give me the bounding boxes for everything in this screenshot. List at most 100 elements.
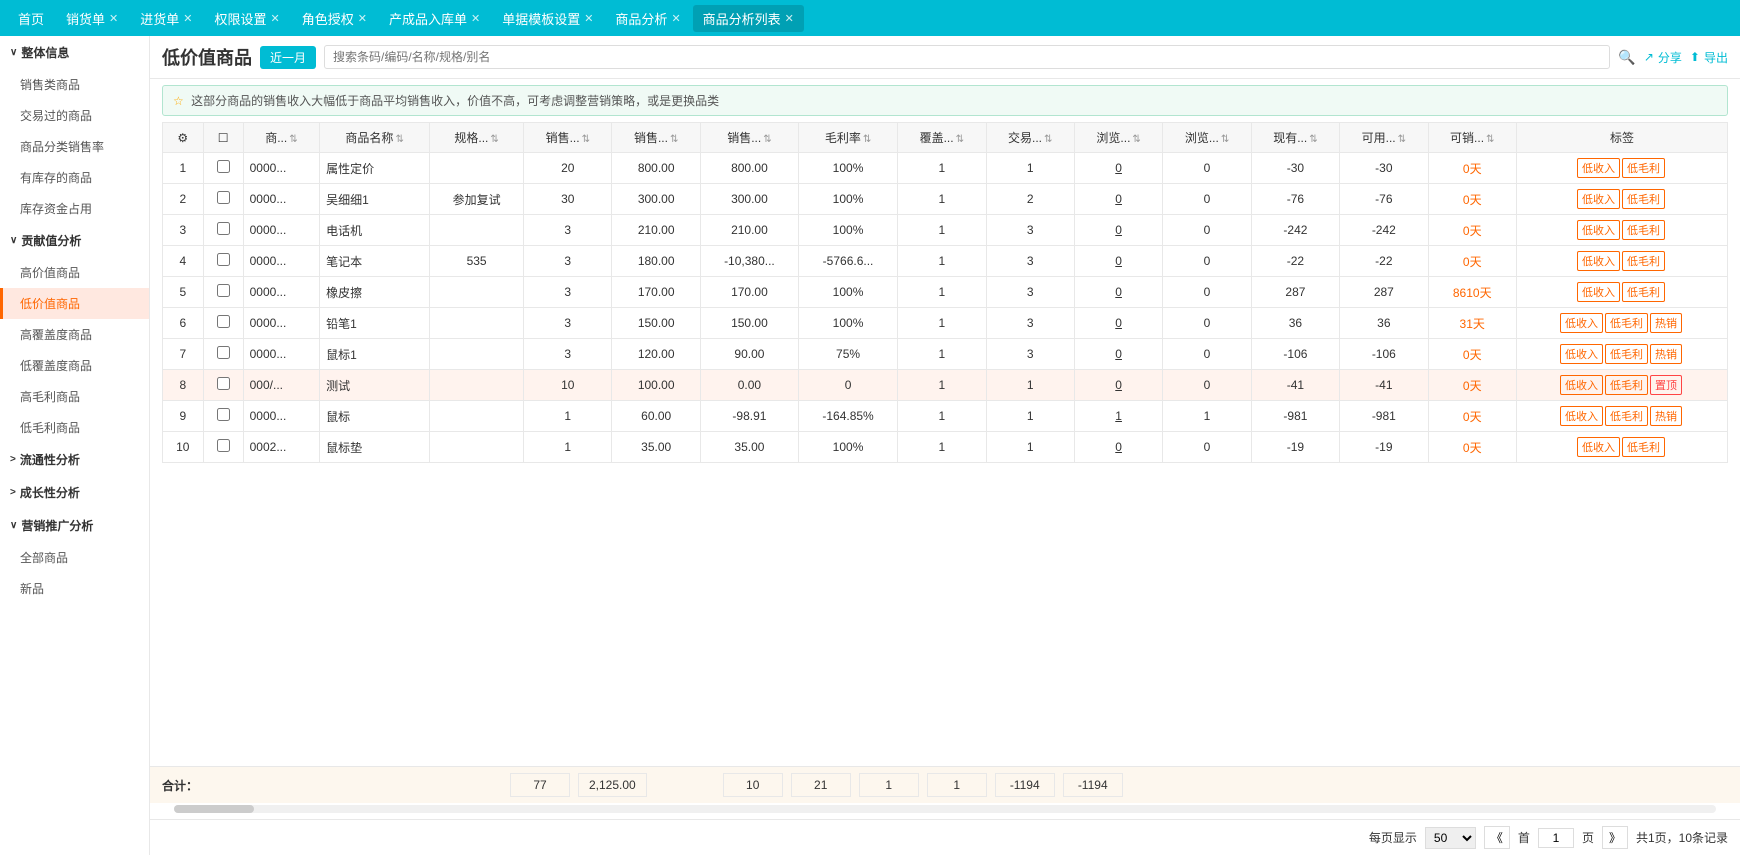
nav-purchase-order[interactable]: 进货单 ✕ [130,5,202,32]
browse1-link[interactable]: 0 [1115,347,1122,361]
browse1-link[interactable]: 0 [1115,192,1122,206]
row-checkbox[interactable] [217,377,230,390]
td-browse1[interactable]: 0 [1074,308,1162,339]
td-checkbox[interactable] [203,184,243,215]
row-checkbox[interactable] [217,191,230,204]
row-checkbox[interactable] [217,160,230,173]
row-checkbox[interactable] [217,408,230,421]
td-browse1[interactable]: 0 [1074,370,1162,401]
sidebar-item-traded-goods[interactable]: 交易过的商品 [0,100,149,131]
sidebar-item-stock-capital[interactable]: 库存资金占用 [0,193,149,224]
nav-analysis-list[interactable]: 商品分析列表 ✕ [693,5,804,32]
nav-role-close-icon[interactable]: ✕ [358,12,367,25]
sidebar-item-high-coverage[interactable]: 高覆盖度商品 [0,319,149,350]
td-browse1[interactable]: 0 [1074,246,1162,277]
period-button[interactable]: 近一月 [260,46,316,69]
th-sales2[interactable]: 销售...⇅ [612,123,700,153]
td-browse1[interactable]: 0 [1074,184,1162,215]
th-spec[interactable]: 规格...⇅ [430,123,524,153]
sidebar-item-category-sales-rate[interactable]: 商品分类销售率 [0,131,149,162]
th-tags[interactable]: 标签 [1516,123,1727,153]
nav-permissions-close-icon[interactable]: ✕ [271,12,280,25]
nav-analysis-close-icon[interactable]: ✕ [671,12,680,25]
sidebar-group-marketing[interactable]: ∨ 营销推广分析 [0,509,149,542]
browse1-link[interactable]: 0 [1115,285,1122,299]
row-checkbox[interactable] [217,284,230,297]
search-input[interactable] [324,45,1610,69]
nav-template-close-icon[interactable]: ✕ [584,12,593,25]
nav-permissions[interactable]: 权限设置 ✕ [204,5,289,32]
nav-sales-order[interactable]: 销货单 ✕ [56,5,128,32]
sidebar-group-overall[interactable]: ∨ 整体信息 [0,36,149,69]
nav-role-auth[interactable]: 角色授权 ✕ [292,5,377,32]
nav-template-settings[interactable]: 单据模板设置 ✕ [492,5,603,32]
td-browse1[interactable]: 0 [1074,277,1162,308]
th-available[interactable]: 可用...⇅ [1340,123,1428,153]
nav-analysis-list-close-icon[interactable]: ✕ [785,12,794,25]
th-trade[interactable]: 交易...⇅ [986,123,1074,153]
sidebar-item-stock-goods[interactable]: 有库存的商品 [0,162,149,193]
browse1-link[interactable]: 0 [1115,254,1122,268]
td-checkbox[interactable] [203,308,243,339]
td-checkbox[interactable] [203,401,243,432]
td-browse1[interactable]: 0 [1074,215,1162,246]
td-browse1[interactable]: 0 [1074,153,1162,184]
sidebar-item-new-goods[interactable]: 新品 [0,573,149,604]
th-sales1[interactable]: 销售...⇅ [524,123,612,153]
search-icon[interactable]: 🔍 [1618,49,1635,66]
sidebar-item-high-value[interactable]: 高价值商品 [0,257,149,288]
th-stock[interactable]: 现有...⇅ [1251,123,1339,153]
td-checkbox[interactable] [203,370,243,401]
th-sellable[interactable]: 可销...⇅ [1428,123,1516,153]
page-number-input[interactable] [1538,828,1574,848]
browse1-link[interactable]: 1 [1115,409,1122,423]
td-browse1[interactable]: 0 [1074,339,1162,370]
share-button[interactable]: ↗ 分享 [1644,49,1682,66]
th-browse2[interactable]: 浏览...⇅ [1163,123,1251,153]
horizontal-scrollbar[interactable] [174,805,1716,813]
next-page-button[interactable]: 》 [1602,826,1628,849]
th-code[interactable]: 商...⇅ [243,123,320,153]
nav-product-inbound[interactable]: 产成品入库单 ✕ [379,5,490,32]
td-checkbox[interactable] [203,215,243,246]
nav-product-analysis[interactable]: 商品分析 ✕ [605,5,690,32]
sidebar-item-low-coverage[interactable]: 低覆盖度商品 [0,350,149,381]
th-name[interactable]: 商品名称⇅ [320,123,430,153]
sidebar-item-sales-goods[interactable]: 销售类商品 [0,69,149,100]
browse1-link[interactable]: 0 [1115,161,1122,175]
th-browse1[interactable]: 浏览...⇅ [1074,123,1162,153]
sidebar-group-circulation[interactable]: > 流通性分析 [0,443,149,476]
row-checkbox[interactable] [217,315,230,328]
row-checkbox[interactable] [217,439,230,452]
td-checkbox[interactable] [203,339,243,370]
sidebar-item-low-margin[interactable]: 低毛利商品 [0,412,149,443]
nav-sales-close-icon[interactable]: ✕ [109,12,118,25]
td-browse1[interactable]: 0 [1074,432,1162,463]
prev-page-button[interactable]: 《 [1484,826,1510,849]
sidebar-item-low-value[interactable]: 低价值商品 [0,288,149,319]
row-checkbox[interactable] [217,253,230,266]
nav-product-close-icon[interactable]: ✕ [471,12,480,25]
th-sales3[interactable]: 销售...⇅ [700,123,798,153]
browse1-link[interactable]: 0 [1115,440,1122,454]
td-checkbox[interactable] [203,246,243,277]
browse1-link[interactable]: 0 [1115,223,1122,237]
td-checkbox[interactable] [203,432,243,463]
th-checkbox[interactable]: ☐ [203,123,243,153]
nav-purchase-close-icon[interactable]: ✕ [183,12,192,25]
nav-home[interactable]: 首页 [8,5,54,32]
sidebar-group-growth[interactable]: > 成长性分析 [0,476,149,509]
export-button[interactable]: ⬆ 导出 [1690,49,1728,66]
th-gross-rate[interactable]: 毛利率⇅ [798,123,897,153]
td-checkbox[interactable] [203,153,243,184]
th-settings[interactable]: ⚙ [163,123,204,153]
td-browse1[interactable]: 1 [1074,401,1162,432]
sidebar-item-all-goods[interactable]: 全部商品 [0,542,149,573]
browse1-link[interactable]: 0 [1115,316,1122,330]
row-checkbox[interactable] [217,222,230,235]
td-checkbox[interactable] [203,277,243,308]
page-size-select[interactable]: 50 100 [1425,827,1476,849]
th-coverage[interactable]: 覆盖...⇅ [898,123,986,153]
row-checkbox[interactable] [217,346,230,359]
sidebar-group-contribution[interactable]: ∨ 贡献值分析 [0,224,149,257]
